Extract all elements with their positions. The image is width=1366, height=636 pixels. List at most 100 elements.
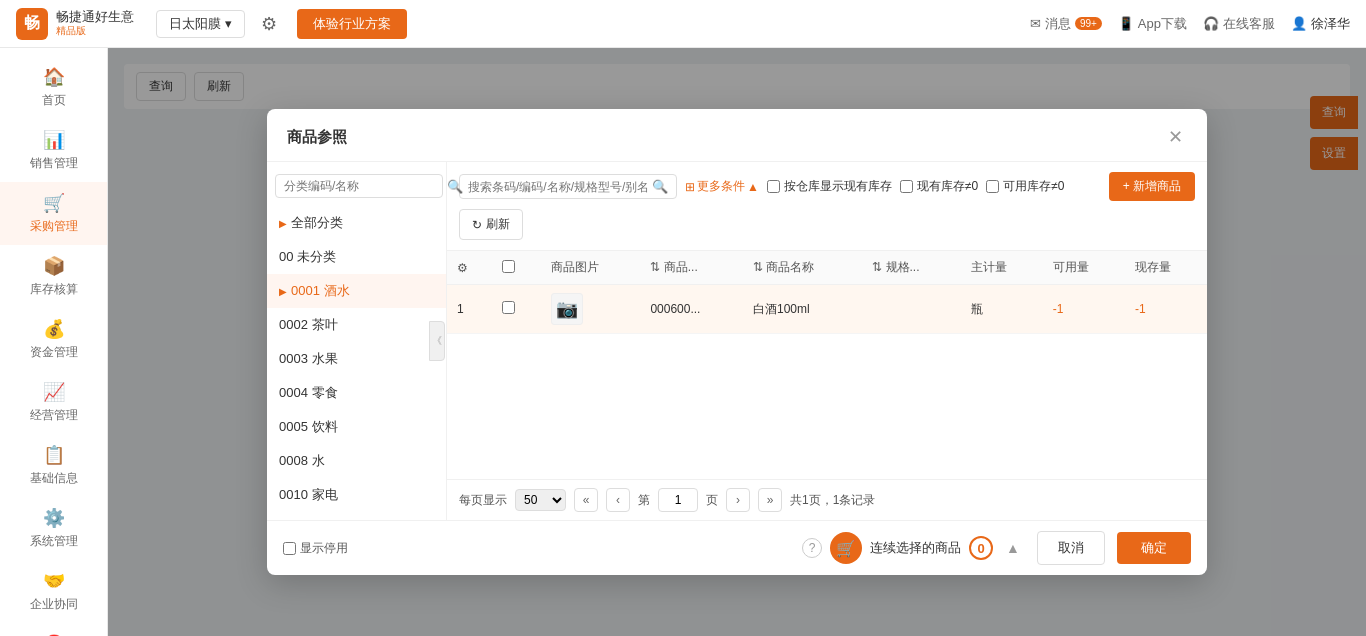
col-spec[interactable]: ⇅ 规格...: [862, 251, 961, 285]
col-settings[interactable]: ⚙: [447, 251, 492, 285]
category-search-input[interactable]: [275, 174, 443, 198]
filter-has-stock-text: 现有库存≠0: [917, 178, 978, 195]
filter-available-checkbox[interactable]: [986, 180, 999, 193]
col-stock: 现存量: [1125, 251, 1207, 285]
help-icon[interactable]: ?: [802, 538, 822, 558]
filter-has-stock-label[interactable]: 现有库存≠0: [900, 178, 978, 195]
first-page-btn[interactable]: «: [574, 488, 598, 512]
per-page-select[interactable]: 10 20 50 100: [515, 489, 566, 511]
sidebar-item-home[interactable]: 🏠 首页: [0, 56, 107, 119]
filter-has-stock-checkbox[interactable]: [900, 180, 913, 193]
phone-icon: 📱: [1118, 16, 1134, 31]
sidebar-item-sales[interactable]: 📊 销售管理: [0, 119, 107, 182]
show-disabled-label[interactable]: 显示停用: [283, 540, 348, 557]
modal-dialog: 商品参照 ✕ 🔍 ▶ 全部分类: [267, 109, 1207, 575]
sidebar-item-purchase[interactable]: 🛒 采购管理: [0, 182, 107, 245]
category-search-area: 🔍: [267, 170, 446, 206]
sidebar-item-label: 首页: [42, 92, 66, 109]
sidebar-item-finance[interactable]: 💰 资金管理: [0, 308, 107, 371]
cat-item-all[interactable]: ▶ 全部分类: [267, 206, 446, 240]
sidebar-item-collab[interactable]: 🤝 企业协同: [0, 560, 107, 623]
settings-icon[interactable]: ⚙: [253, 8, 285, 40]
col-checkbox[interactable]: [492, 251, 540, 285]
person-icon: 👤: [1291, 16, 1307, 31]
filter-available-label[interactable]: 可用库存≠0: [986, 178, 1064, 195]
table-row[interactable]: 1 📷 000600... 白酒100ml 瓶: [447, 285, 1207, 334]
close-icon[interactable]: ✕: [1163, 125, 1187, 149]
company-name: 日太阳膜: [169, 15, 221, 33]
cat-item-snacks[interactable]: 0004 零食: [267, 376, 446, 410]
row-checkbox-cell[interactable]: [492, 285, 540, 334]
content-area: 查询 刷新 查询 设置 商品参照 ✕: [108, 48, 1366, 636]
cat-item-wine[interactable]: ▶ 0001 酒水: [267, 274, 446, 308]
cat-item-fruit[interactable]: 0003 水果: [267, 342, 446, 376]
pagination-bar: 每页显示 10 20 50 100 « ‹ 第 页: [447, 479, 1207, 520]
cart-icon[interactable]: 🛒: [830, 532, 862, 564]
cat-item-label: 0003 水果: [279, 350, 338, 368]
collapse-cart-btn[interactable]: ▲: [1001, 536, 1025, 560]
sidebar-item-label: 采购管理: [30, 218, 78, 235]
cat-item-water[interactable]: 0008 水: [267, 444, 446, 478]
row-spec: [862, 285, 961, 334]
prev-page-btn[interactable]: ‹: [606, 488, 630, 512]
sidebar-item-label: 企业协同: [30, 596, 78, 613]
cat-item-label: 0002 茶叶: [279, 316, 338, 334]
sidebar-item-inventory[interactable]: 📦 库存核算: [0, 245, 107, 308]
row-checkbox[interactable]: [502, 301, 515, 314]
cat-item-drinks[interactable]: 0005 饮料: [267, 410, 446, 444]
service-label: 在线客服: [1223, 15, 1275, 33]
sidebar-item-basic-info[interactable]: 📋 基础信息: [0, 434, 107, 497]
row-available: -1: [1043, 285, 1125, 334]
inventory-icon: 📦: [43, 255, 65, 277]
chevron-down-icon: ▾: [225, 16, 232, 31]
show-disabled-checkbox[interactable]: [283, 542, 296, 555]
add-product-btn[interactable]: + 新增商品: [1109, 172, 1195, 201]
modal-body: 🔍 ▶ 全部分类 00 未分类 ▶: [267, 162, 1207, 520]
sidebar-item-label: 库存核算: [30, 281, 78, 298]
col-name[interactable]: ⇅ 商品名称: [743, 251, 862, 285]
search-icon[interactable]: 🔍: [652, 179, 668, 194]
arrow-icon: ▶: [279, 218, 287, 229]
header-company-dropdown[interactable]: 日太阳膜 ▾: [156, 10, 245, 38]
cancel-btn[interactable]: 取消: [1037, 531, 1105, 565]
page-number-input[interactable]: [658, 488, 698, 512]
sidebar-item-guide[interactable]: 🎯 新手引导: [0, 623, 107, 636]
select-all-checkbox[interactable]: [502, 260, 515, 273]
refresh-icon: ↻: [472, 218, 482, 232]
row-index: 1: [447, 285, 492, 334]
sidebar-item-operations[interactable]: 📈 经营管理: [0, 371, 107, 434]
cat-item-label: 00 未分类: [279, 248, 336, 266]
product-search-input[interactable]: [468, 180, 648, 194]
row-unit: 瓶: [961, 285, 1043, 334]
app-download-btn[interactable]: 📱 App下载: [1118, 15, 1187, 33]
app-label: App下载: [1138, 15, 1187, 33]
confirm-btn[interactable]: 确定: [1117, 532, 1191, 564]
cat-item-tea[interactable]: 0002 茶叶: [267, 308, 446, 342]
cat-item-unclassified[interactable]: 00 未分类: [267, 240, 446, 274]
filter-more-label: 更多条件: [697, 178, 745, 195]
cat-item-label: 全部分类: [291, 214, 343, 232]
last-page-btn[interactable]: »: [758, 488, 782, 512]
next-page-btn[interactable]: ›: [726, 488, 750, 512]
system-icon: ⚙️: [43, 507, 65, 529]
main-layout: 🏠 首页 📊 销售管理 🛒 采购管理 📦 库存核算 💰 资金管理 📈 经营管理 …: [0, 48, 1366, 636]
username: 徐泽华: [1311, 15, 1350, 33]
right-content-panel: 🔍 ⊞ 更多条件 ▲ 按仓库显示现有库存: [447, 162, 1207, 520]
search-icon[interactable]: 🔍: [447, 179, 463, 194]
row-name: 白酒100ml: [743, 285, 862, 334]
cat-item-appliance[interactable]: 0010 家电: [267, 478, 446, 512]
filter-more-btn[interactable]: ⊞ 更多条件 ▲: [685, 178, 759, 195]
row-stock: -1: [1125, 285, 1207, 334]
experience-btn[interactable]: 体验行业方案: [297, 9, 407, 39]
operations-icon: 📈: [43, 381, 65, 403]
online-service-btn[interactable]: 🎧 在线客服: [1203, 15, 1275, 33]
messages-btn[interactable]: ✉ 消息 99+: [1030, 15, 1102, 33]
refresh-btn[interactable]: ↻ 刷新: [459, 209, 523, 240]
collapse-panel-btn[interactable]: 《: [429, 321, 445, 361]
col-code[interactable]: ⇅ 商品...: [640, 251, 743, 285]
user-avatar[interactable]: 👤 徐泽华: [1291, 15, 1350, 33]
filter-by-warehouse-label[interactable]: 按仓库显示现有库存: [767, 178, 892, 195]
product-search-wrap: 🔍: [459, 174, 677, 199]
sidebar-item-system[interactable]: ⚙️ 系统管理: [0, 497, 107, 560]
filter-by-warehouse-checkbox[interactable]: [767, 180, 780, 193]
